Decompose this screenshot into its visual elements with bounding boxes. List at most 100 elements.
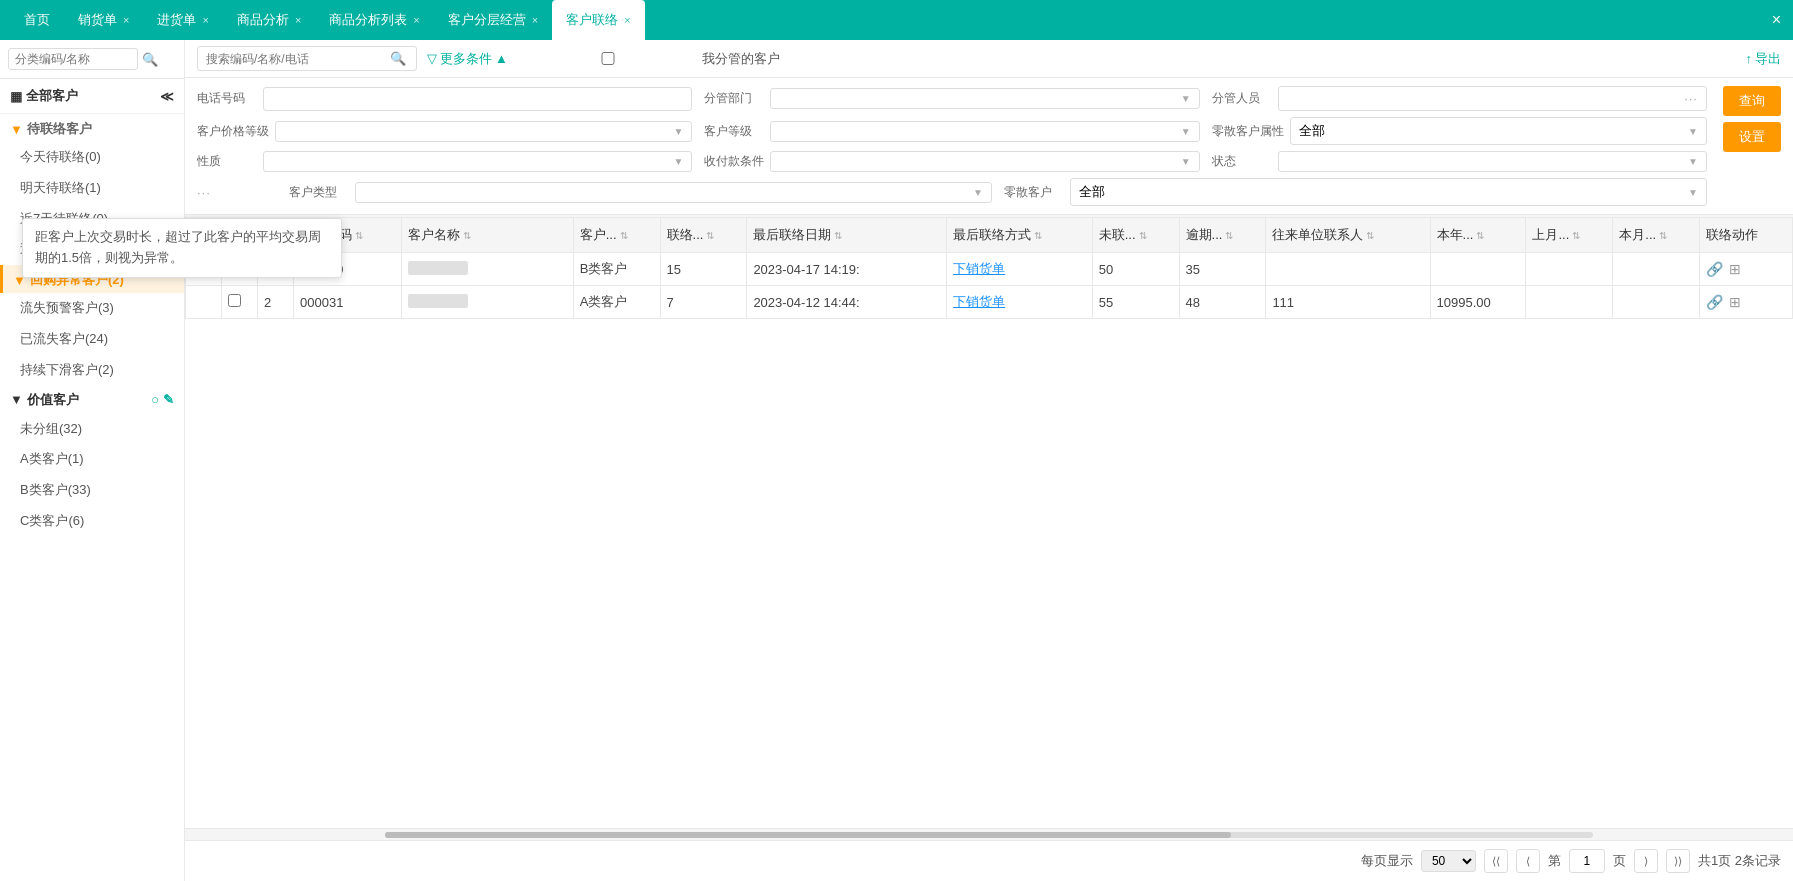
sidebar-value-customers[interactable]: ▼ 价值客户 ○ ✎: [0, 386, 184, 414]
manager-select[interactable]: ···: [1278, 86, 1707, 111]
sort-icon-unit[interactable]: ⇅: [1366, 230, 1374, 241]
row1-last-contact-date: 2023-04-17 14:19:: [747, 253, 947, 286]
sort-icon-contact[interactable]: ⇅: [706, 230, 714, 241]
sort-icon-date[interactable]: ⇅: [834, 230, 842, 241]
my-customers-checkbox[interactable]: [518, 52, 698, 65]
sort-icon-overdue[interactable]: ⇅: [1225, 230, 1233, 241]
more-conditions-button[interactable]: ▽ 更多条件 ▲: [427, 50, 508, 68]
retail-customer-select[interactable]: 全部 ▼: [1070, 178, 1707, 206]
customer-tier-select[interactable]: ▼: [770, 121, 1199, 142]
col-last-month-header[interactable]: 上月... ⇅: [1526, 218, 1613, 253]
sidebar-item-class-a[interactable]: A类客户(1): [0, 444, 184, 475]
sidebar-item-tomorrow[interactable]: 明天待联络(1): [0, 173, 184, 204]
close-tab-sales-icon[interactable]: ×: [123, 14, 129, 26]
page-size-select[interactable]: 50 20 100: [1421, 850, 1476, 872]
dept-select[interactable]: ▼: [770, 88, 1199, 109]
sort-icon-category[interactable]: ⇅: [620, 230, 628, 241]
col-this-year-header[interactable]: 本年... ⇅: [1430, 218, 1526, 253]
col-unit-contact-header[interactable]: 往来单位联系人 ⇅: [1266, 218, 1430, 253]
filter-row-1: 电话号码 分管部门 ▼ 分管人员: [197, 86, 1707, 111]
sidebar-item-today[interactable]: 今天待联络(0): [0, 142, 184, 173]
tab-home[interactable]: 首页: [10, 0, 64, 40]
horizontal-scrollbar[interactable]: [185, 828, 1793, 840]
my-customers-checkbox-label[interactable]: 我分管的客户: [518, 50, 780, 68]
payment-select[interactable]: ▼: [770, 151, 1199, 172]
status-select[interactable]: ▼: [1278, 151, 1707, 172]
main-search-icon[interactable]: 🔍: [390, 51, 406, 66]
filter-retail-attr: 零散客户属性 全部 ▼: [1212, 117, 1707, 145]
collapse-icon[interactable]: ≪: [160, 89, 174, 104]
tab-sales[interactable]: 销货单 ×: [64, 0, 143, 40]
sidebar-item-declining[interactable]: 持续下滑客户(2): [0, 355, 184, 386]
col-contact-header[interactable]: 联络... ⇅: [660, 218, 747, 253]
sort-icon-last-month[interactable]: ⇅: [1572, 230, 1580, 241]
last-page-button[interactable]: ⟩⟩: [1666, 849, 1690, 873]
row2-checkbox[interactable]: [222, 286, 258, 319]
sidebar-item-ungrouped[interactable]: 未分组(32): [0, 414, 184, 445]
nature-select[interactable]: ▼: [263, 151, 692, 172]
dept-select-chevron: ▼: [1181, 93, 1191, 104]
col-last-contact-date-header[interactable]: 最后联络日期 ⇅: [747, 218, 947, 253]
row2-link-icon[interactable]: 🔗: [1706, 294, 1723, 310]
col-this-month-header[interactable]: 本月... ⇅: [1613, 218, 1700, 253]
close-tab-purchase-icon[interactable]: ×: [202, 14, 208, 26]
row2-last-contact-method[interactable]: 下销货单: [947, 286, 1093, 319]
scroll-track[interactable]: [385, 832, 1593, 838]
sidebar-all-customers[interactable]: ▦ 全部客户 ≪: [0, 79, 184, 114]
close-tab-customer-contact-icon[interactable]: ×: [624, 14, 630, 26]
sort-icon-name[interactable]: ⇅: [463, 230, 471, 241]
sort-icon-not-contact[interactable]: ⇅: [1139, 230, 1147, 241]
col-last-contact-method-header[interactable]: 最后联络方式 ⇅: [947, 218, 1093, 253]
row2-code[interactable]: 000031: [294, 286, 402, 319]
customer-type-select[interactable]: ▼: [355, 182, 992, 203]
more-filters-dots[interactable]: ···: [197, 185, 211, 200]
sort-icon-year[interactable]: ⇅: [1476, 230, 1484, 241]
manager-dots-icon[interactable]: ···: [1684, 91, 1698, 106]
next-page-button[interactable]: ⟩: [1634, 849, 1658, 873]
tab-analysis[interactable]: 商品分析 ×: [223, 0, 315, 40]
col-category-header[interactable]: 客户... ⇅: [573, 218, 660, 253]
row2-name: [402, 286, 573, 319]
col-not-contact-header[interactable]: 未联... ⇅: [1092, 218, 1179, 253]
tab-purchase[interactable]: 进货单 ×: [143, 0, 222, 40]
price-tier-select[interactable]: ▼: [275, 121, 692, 142]
tab-customer-contact[interactable]: 客户联络 ×: [552, 0, 644, 40]
row2-select-checkbox[interactable]: [228, 294, 241, 307]
sort-icon-this-month[interactable]: ⇅: [1659, 230, 1667, 241]
row1-grid-icon[interactable]: ⊞: [1729, 261, 1741, 277]
col-name-header[interactable]: 客户名称 ⇅: [402, 218, 573, 253]
sidebar-item-lost[interactable]: 已流失客户(24): [0, 324, 184, 355]
prev-page-button[interactable]: ⟨: [1516, 849, 1540, 873]
row2-grid-icon[interactable]: ⊞: [1729, 294, 1741, 310]
tab-analysis-list[interactable]: 商品分析列表 ×: [315, 0, 433, 40]
sidebar-item-class-c[interactable]: C类客户(6): [0, 506, 184, 537]
export-button[interactable]: ↑ 导出: [1746, 50, 1782, 68]
query-button[interactable]: 查询: [1723, 86, 1781, 116]
window-close-button[interactable]: ×: [1772, 11, 1781, 29]
edit-icon[interactable]: ✎: [163, 392, 174, 407]
close-tab-analysis-list-icon[interactable]: ×: [413, 14, 419, 26]
sort-icon-code[interactable]: ⇅: [355, 230, 363, 241]
retail-attr-select[interactable]: 全部 ▼: [1290, 117, 1707, 145]
filter-buttons: 查询 设置: [1723, 86, 1781, 206]
circle-icon[interactable]: ○: [151, 392, 159, 407]
tab-customer-tier[interactable]: 客户分层经营 ×: [434, 0, 552, 40]
close-tab-customer-tier-icon[interactable]: ×: [532, 14, 538, 26]
row1-last-contact-method[interactable]: 下销货单: [947, 253, 1093, 286]
page-number-input[interactable]: [1569, 849, 1605, 873]
sidebar-search-icon[interactable]: 🔍: [142, 52, 158, 67]
close-tab-analysis-icon[interactable]: ×: [295, 14, 301, 26]
row1-link-icon[interactable]: 🔗: [1706, 261, 1723, 277]
scroll-thumb[interactable]: [385, 832, 1231, 838]
sidebar-item-loss-warning[interactable]: 流失预警客户(3): [0, 293, 184, 324]
row2-this-year: 10995.00: [1430, 286, 1526, 319]
settings-button[interactable]: 设置: [1723, 122, 1781, 152]
sidebar-section-pending[interactable]: ▼ 待联络客户: [0, 114, 184, 142]
main-search-input[interactable]: [206, 52, 386, 66]
phone-input[interactable]: [263, 87, 692, 111]
sort-icon-method[interactable]: ⇅: [1034, 230, 1042, 241]
sidebar-search-input[interactable]: [8, 48, 138, 70]
col-overdue-header[interactable]: 逾期... ⇅: [1179, 218, 1266, 253]
sidebar-item-class-b[interactable]: B类客户(33): [0, 475, 184, 506]
first-page-button[interactable]: ⟨⟨: [1484, 849, 1508, 873]
